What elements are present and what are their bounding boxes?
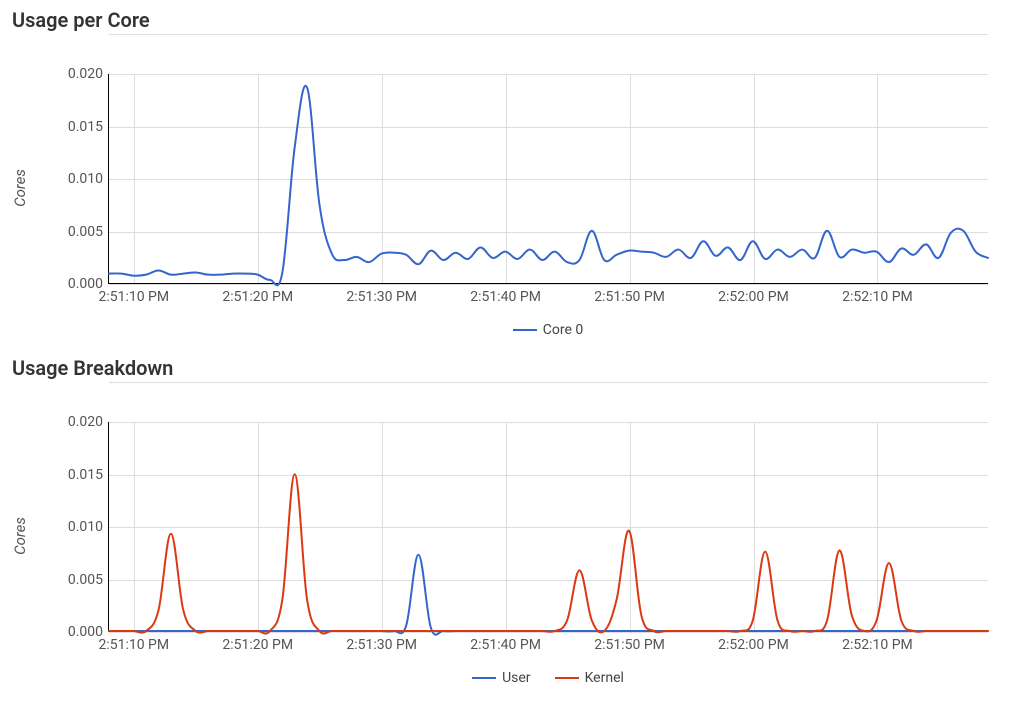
series-line-core-0	[109, 86, 988, 286]
legend-swatch	[472, 677, 496, 679]
legend-swatch	[513, 329, 537, 331]
charts-container: Usage per Core Cores 0.0000.0050.0100.0150…	[12, 8, 1012, 686]
series-svg	[109, 74, 988, 283]
legend-label: Kernel	[585, 670, 624, 686]
y-axis-label: Cores	[11, 169, 29, 207]
x-tick-label: 2:51:30 PM	[346, 289, 417, 305]
x-tick-label: 2:51:20 PM	[222, 637, 293, 653]
legend-item[interactable]: Core 0	[513, 322, 583, 338]
grid-line-horizontal	[109, 34, 988, 35]
y-tick-label: 0.015	[68, 467, 103, 483]
x-tick-label: 2:51:50 PM	[594, 637, 665, 653]
x-tick-label: 2:51:50 PM	[594, 289, 665, 305]
plot-area[interactable]: 0.0000.0050.0100.0150.0202:51:10 PM2:51:…	[108, 74, 988, 284]
x-tick-label: 2:51:10 PM	[98, 637, 169, 653]
series-line-user	[109, 555, 988, 635]
y-tick-label: 0.010	[68, 519, 103, 535]
usage-breakdown: Usage Breakdown Cores 0.0000.0050.0100.015…	[12, 356, 1012, 686]
x-tick-label: 2:51:30 PM	[346, 637, 417, 653]
y-axis-label: Cores	[11, 517, 29, 555]
usage-per-core: Usage per Core Cores 0.0000.0050.0100.0150…	[12, 8, 1012, 338]
chart-title: Usage Breakdown	[12, 356, 1012, 380]
x-tick-label: 2:51:40 PM	[470, 289, 541, 305]
x-tick-label: 2:52:10 PM	[842, 289, 913, 305]
x-tick-label: 2:52:10 PM	[842, 637, 913, 653]
legend-label: User	[502, 670, 530, 686]
y-tick-label: 0.010	[68, 171, 103, 187]
plot-area[interactable]: 0.0000.0050.0100.0150.0202:51:10 PM2:51:…	[108, 422, 988, 632]
series-svg	[109, 422, 988, 631]
y-tick-label: 0.005	[68, 572, 103, 588]
legend-item[interactable]: User	[472, 670, 530, 686]
series-line-kernel	[109, 474, 988, 633]
grid-line-horizontal	[109, 382, 988, 383]
x-tick-label: 2:51:40 PM	[470, 637, 541, 653]
legend: User Kernel	[108, 670, 988, 686]
x-tick-label: 2:52:00 PM	[718, 637, 789, 653]
legend-label: Core 0	[543, 322, 583, 338]
x-tick-label: 2:52:00 PM	[718, 289, 789, 305]
y-tick-label: 0.020	[68, 414, 103, 430]
x-tick-label: 2:51:20 PM	[222, 289, 293, 305]
chart-frame: Cores 0.0000.0050.0100.0150.0202:51:10 PM…	[12, 38, 1012, 338]
legend-swatch	[555, 677, 579, 679]
grid-line-horizontal	[109, 284, 988, 285]
chart-frame: Cores 0.0000.0050.0100.0150.0202:51:10 PM…	[12, 386, 1012, 686]
y-tick-label: 0.015	[68, 119, 103, 135]
y-tick-label: 0.020	[68, 66, 103, 82]
x-tick-label: 2:51:10 PM	[98, 289, 169, 305]
legend: Core 0	[108, 322, 988, 338]
y-tick-label: 0.005	[68, 224, 103, 240]
legend-item[interactable]: Kernel	[555, 670, 624, 686]
chart-title: Usage per Core	[12, 8, 1012, 32]
